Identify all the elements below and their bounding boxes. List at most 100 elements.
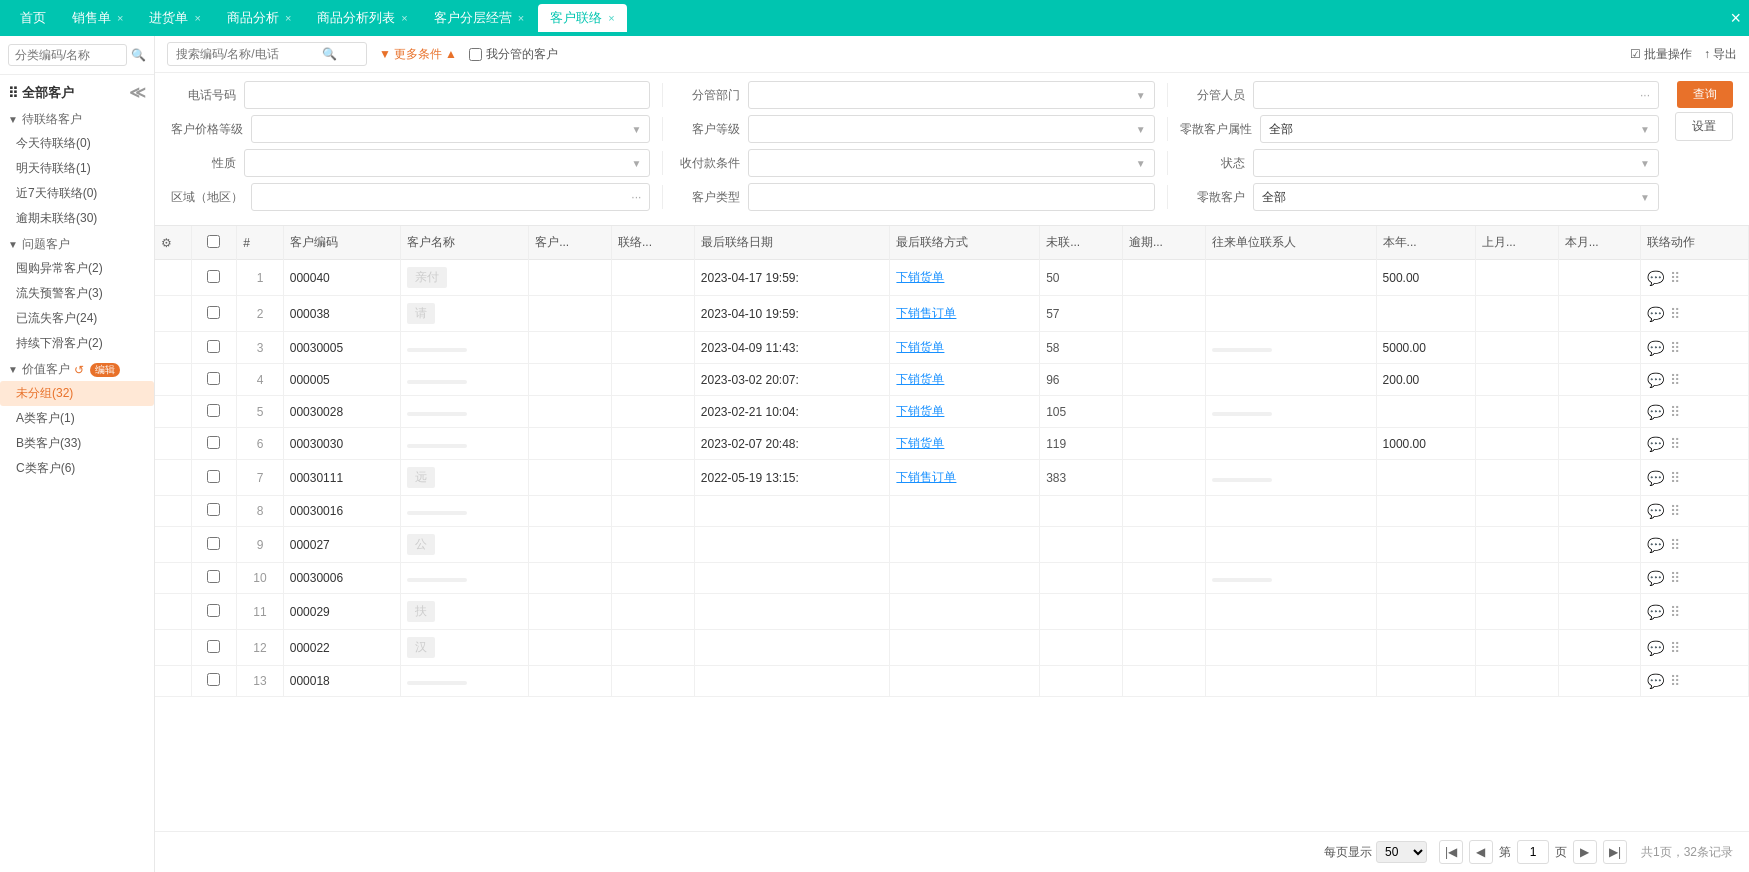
row-checkbox[interactable]	[207, 537, 220, 550]
col-select-all[interactable]	[191, 226, 237, 260]
row-method-cell[interactable]: 下销货单	[890, 396, 1040, 428]
row-checkbox-cell[interactable]	[191, 296, 237, 332]
main-search-input[interactable]	[176, 47, 316, 61]
row-checkbox-cell[interactable]	[191, 260, 237, 296]
row-checkbox[interactable]	[207, 470, 220, 483]
customer-type-select[interactable]: ▼	[748, 183, 1154, 211]
sidebar-item-overdue[interactable]: 逾期未联络(30)	[0, 206, 154, 231]
contact-icon[interactable]: 💬	[1647, 270, 1664, 286]
tab-purchase-close[interactable]: ×	[194, 12, 200, 24]
contact-icon[interactable]: 💬	[1647, 640, 1664, 656]
first-page-button[interactable]: |◀	[1439, 840, 1463, 864]
contact-icon[interactable]: 💬	[1647, 673, 1664, 689]
row-method-cell[interactable]: 下销售订单	[890, 460, 1040, 496]
tab-sales-close[interactable]: ×	[117, 12, 123, 24]
reset-button[interactable]: 设置	[1675, 112, 1733, 141]
row-checkbox-cell[interactable]	[191, 563, 237, 594]
sidebar-item-tomorrow[interactable]: 明天待联络(1)	[0, 156, 154, 181]
tab-product-analysis-list-close[interactable]: ×	[401, 12, 407, 24]
col-overdue[interactable]: 逾期...	[1122, 226, 1205, 260]
row-method-cell[interactable]	[890, 496, 1040, 527]
row-method-cell[interactable]: 下销货单	[890, 428, 1040, 460]
tab-product-analysis-list[interactable]: 商品分析列表 ×	[305, 4, 419, 32]
contact-icon[interactable]: 💬	[1647, 503, 1664, 519]
row-checkbox[interactable]	[207, 340, 220, 353]
row-checkbox[interactable]	[207, 570, 220, 583]
row-checkbox-cell[interactable]	[191, 332, 237, 364]
tab-product-analysis-close[interactable]: ×	[285, 12, 291, 24]
page-number-input[interactable]	[1517, 840, 1549, 864]
col-name[interactable]: 客户名称	[400, 226, 529, 260]
sidebar-all-customers[interactable]: ⠿ 全部客户 ≪	[0, 75, 154, 106]
row-checkbox[interactable]	[207, 604, 220, 617]
more-action-icon[interactable]: ⠿	[1670, 270, 1680, 286]
row-checkbox[interactable]	[207, 306, 220, 319]
status-select[interactable]: ▼	[1253, 149, 1659, 177]
more-action-icon[interactable]: ⠿	[1670, 503, 1680, 519]
export-button[interactable]: ↑ 导出	[1704, 46, 1737, 63]
more-action-icon[interactable]: ⠿	[1670, 640, 1680, 656]
more-action-icon[interactable]: ⠿	[1670, 436, 1680, 452]
manager-select[interactable]: ···	[1253, 81, 1659, 109]
row-checkbox-cell[interactable]	[191, 630, 237, 666]
col-type[interactable]: 客户...	[529, 226, 612, 260]
row-method-cell[interactable]	[890, 563, 1040, 594]
sidebar-group-waiting[interactable]: ▼ 待联络客户	[0, 106, 154, 131]
col-last-method[interactable]: 最后联络方式	[890, 226, 1040, 260]
row-checkbox-cell[interactable]	[191, 496, 237, 527]
row-checkbox[interactable]	[207, 404, 220, 417]
row-method-cell[interactable]: 下销货单	[890, 364, 1040, 396]
main-search-box[interactable]: 🔍	[167, 42, 367, 66]
contact-icon[interactable]: 💬	[1647, 306, 1664, 322]
col-last-date[interactable]: 最后联络日期	[694, 226, 890, 260]
sidebar-item-class-c[interactable]: C类客户(6)	[0, 456, 154, 481]
row-checkbox[interactable]	[207, 503, 220, 516]
more-action-icon[interactable]: ⠿	[1670, 537, 1680, 553]
next-page-button[interactable]: ▶	[1573, 840, 1597, 864]
prev-page-button[interactable]: ◀	[1469, 840, 1493, 864]
sidebar-item-churned[interactable]: 已流失客户(24)	[0, 306, 154, 331]
row-method-cell[interactable]: 下销售订单	[890, 296, 1040, 332]
nature-select[interactable]: ▼	[244, 149, 650, 177]
sidebar-item-abnormal[interactable]: 囤购异常客户(2)	[0, 256, 154, 281]
contact-icon[interactable]: 💬	[1647, 570, 1664, 586]
sidebar-item-class-a[interactable]: A类客户(1)	[0, 406, 154, 431]
sidebar-item-churn-warning[interactable]: 流失预警客户(3)	[0, 281, 154, 306]
row-checkbox[interactable]	[207, 270, 220, 283]
contact-icon[interactable]: 💬	[1647, 537, 1664, 553]
more-action-icon[interactable]: ⠿	[1670, 404, 1680, 420]
last-page-button[interactable]: ▶|	[1603, 840, 1627, 864]
row-method-cell[interactable]	[890, 594, 1040, 630]
more-action-icon[interactable]: ⠿	[1670, 604, 1680, 620]
query-button[interactable]: 查询	[1677, 81, 1733, 108]
more-action-icon[interactable]: ⠿	[1670, 306, 1680, 322]
row-method-cell[interactable]	[890, 666, 1040, 697]
sidebar-edit-badge[interactable]: 编辑	[90, 363, 120, 377]
row-checkbox-cell[interactable]	[191, 594, 237, 630]
sidebar-reload-icon[interactable]: ↺	[74, 363, 84, 377]
tab-purchase[interactable]: 进货单 ×	[137, 4, 212, 32]
my-customers-checkbox[interactable]: 我分管的客户	[469, 46, 558, 63]
contact-icon[interactable]: 💬	[1647, 404, 1664, 420]
contact-icon[interactable]: 💬	[1647, 604, 1664, 620]
tab-product-analysis[interactable]: 商品分析 ×	[215, 4, 303, 32]
tab-customer-contact-close[interactable]: ×	[608, 12, 614, 24]
more-action-icon[interactable]: ⠿	[1670, 470, 1680, 486]
main-search-icon[interactable]: 🔍	[322, 47, 337, 61]
my-customers-check[interactable]	[469, 48, 482, 61]
sidebar-item-declining[interactable]: 持续下滑客户(2)	[0, 331, 154, 356]
sidebar-group-problem[interactable]: ▼ 问题客户	[0, 231, 154, 256]
col-settings[interactable]: ⚙	[155, 226, 191, 260]
row-checkbox[interactable]	[207, 640, 220, 653]
settings-icon[interactable]: ⚙	[161, 236, 172, 250]
col-no-contact[interactable]: 未联...	[1040, 226, 1123, 260]
tab-home[interactable]: 首页	[8, 4, 58, 32]
sidebar-search-input[interactable]	[8, 44, 127, 66]
sidebar-group-value[interactable]: ▼ 价值客户 ↺ 编辑	[0, 356, 154, 381]
sidebar-search-icon[interactable]: 🔍	[131, 48, 146, 62]
row-checkbox[interactable]	[207, 673, 220, 686]
more-action-icon[interactable]: ⠿	[1670, 570, 1680, 586]
col-this-month[interactable]: 本月...	[1558, 226, 1641, 260]
row-method-cell[interactable]	[890, 630, 1040, 666]
sidebar-item-ungroup[interactable]: 未分组(32)	[0, 381, 154, 406]
